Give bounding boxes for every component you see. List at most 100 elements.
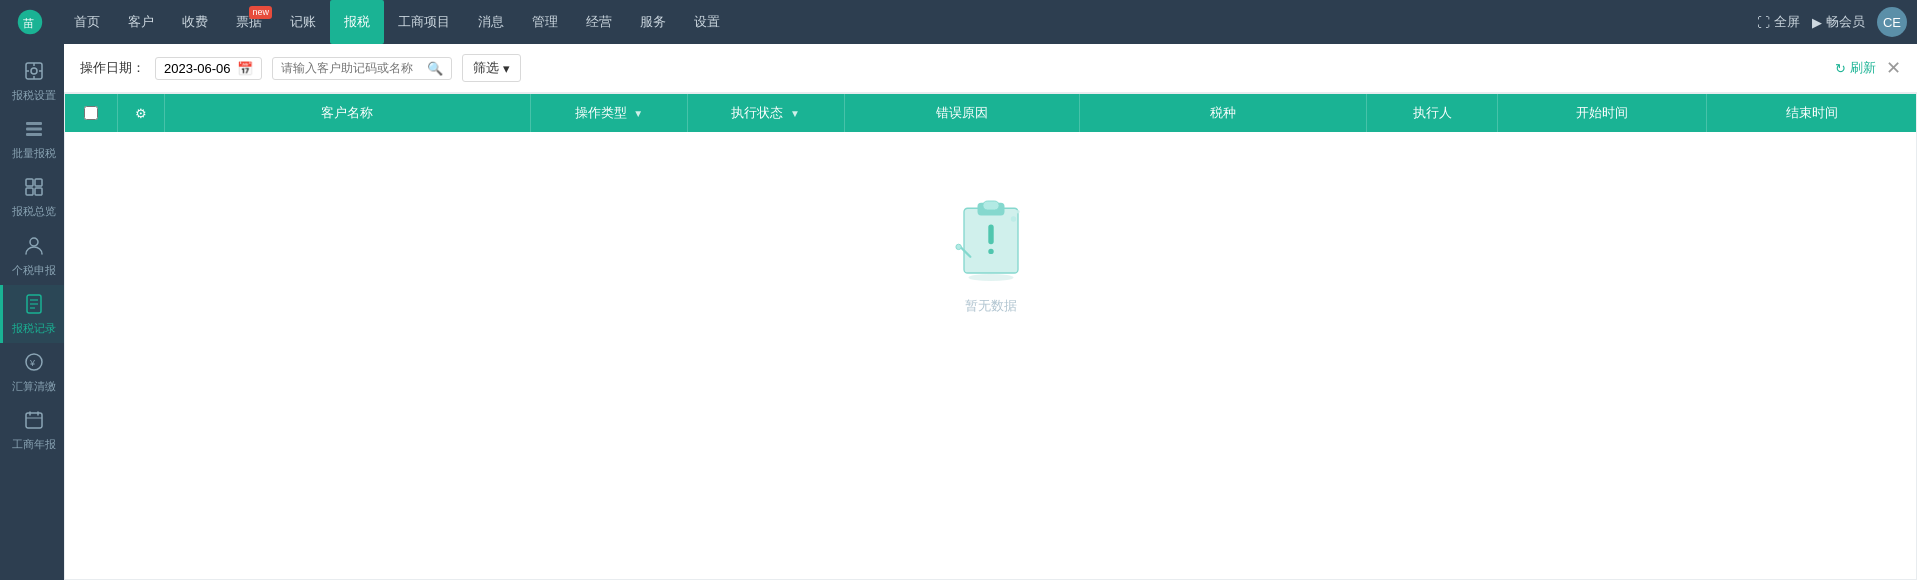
svg-point-32 xyxy=(955,244,960,249)
svg-point-15 xyxy=(30,238,38,246)
personal-tax-icon xyxy=(23,235,45,260)
fullscreen-icon: ⛶ xyxy=(1757,15,1770,30)
gear-icon[interactable]: ⚙ xyxy=(135,106,147,121)
sidebar-item-annual-report[interactable]: 工商年报 xyxy=(0,401,64,459)
th-executor: 执行人 xyxy=(1367,94,1498,132)
svg-text:¥: ¥ xyxy=(29,358,36,368)
tax-records-icon xyxy=(23,293,45,318)
nav-item-operation[interactable]: 经营 xyxy=(572,0,626,44)
nav-item-invoice[interactable]: 票据new xyxy=(222,0,276,44)
th-gear: ⚙ xyxy=(117,94,164,132)
sidebar-label-batch-tax: 批量报税 xyxy=(12,147,56,160)
sidebar-item-batch-tax[interactable]: 批量报税 xyxy=(0,110,64,168)
data-table: ⚙ 客户名称 操作类型 ▼ 执行状态 ▼ xyxy=(65,94,1916,375)
svg-point-3 xyxy=(31,68,37,74)
annual-report-icon xyxy=(23,409,45,434)
sidebar-label-annual-report: 工商年报 xyxy=(12,438,56,451)
svg-rect-14 xyxy=(35,188,42,195)
sidebar-item-settlement[interactable]: ¥ 汇算清缴 xyxy=(0,343,64,401)
nav-items: 首页客户收费票据new记账报税工商项目消息管理经营服务设置 xyxy=(60,0,1757,44)
th-error-reason: 错误原因 xyxy=(844,94,1079,132)
nav-item-industry[interactable]: 工商项目 xyxy=(384,0,464,44)
svg-rect-28 xyxy=(982,201,998,210)
nav-item-billing[interactable]: 收费 xyxy=(168,0,222,44)
th-tax-type: 税种 xyxy=(1079,94,1367,132)
content-area: 操作日期： 2023-06-06 📅 🔍 筛选 ▾ ↻ 刷新 ✕ xyxy=(64,44,1917,580)
sidebar-label-personal-tax: 个税申报 xyxy=(12,264,56,277)
nav-item-settings[interactable]: 设置 xyxy=(680,0,734,44)
svg-rect-13 xyxy=(26,188,33,195)
th-exec-status[interactable]: 执行状态 ▼ xyxy=(687,94,844,132)
batch-tax-icon xyxy=(23,118,45,143)
filter-button[interactable]: 筛选 ▾ xyxy=(462,54,521,82)
empty-state: 暂无数据 xyxy=(65,132,1916,375)
svg-rect-30 xyxy=(988,249,993,254)
svg-rect-9 xyxy=(26,128,42,131)
nav-item-management[interactable]: 管理 xyxy=(518,0,572,44)
refresh-label: 刷新 xyxy=(1850,59,1876,77)
date-label: 操作日期： xyxy=(80,59,145,77)
refresh-icon: ↻ xyxy=(1835,61,1846,76)
tax-overview-icon xyxy=(23,176,45,201)
member-label: 畅会员 xyxy=(1826,13,1865,31)
close-button[interactable]: ✕ xyxy=(1886,59,1901,77)
sidebar-item-tax-overview[interactable]: 报税总览 xyxy=(0,168,64,226)
date-picker[interactable]: 2023-06-06 📅 xyxy=(155,57,262,80)
sidebar-item-tax-records[interactable]: 报税记录 xyxy=(0,285,64,343)
toolbar: 操作日期： 2023-06-06 📅 🔍 筛选 ▾ ↻ 刷新 ✕ xyxy=(64,44,1917,93)
sidebar: 报税设置批量报税报税总览个税申报报税记录 ¥ 汇算清缴工商年报 xyxy=(0,44,64,580)
empty-icon xyxy=(946,192,1036,285)
toolbar-right: ↻ 刷新 ✕ xyxy=(1835,59,1901,77)
table-body: 暂无数据 xyxy=(65,132,1916,375)
video-icon: ▶ xyxy=(1812,15,1822,30)
sidebar-label-tax-overview: 报税总览 xyxy=(12,205,56,218)
empty-text: 暂无数据 xyxy=(965,297,1017,315)
tax-settings-icon xyxy=(23,60,45,85)
nav-item-customers[interactable]: 客户 xyxy=(114,0,168,44)
avatar[interactable]: CE xyxy=(1877,7,1907,37)
nav-item-home[interactable]: 首页 xyxy=(60,0,114,44)
th-start-time: 开始时间 xyxy=(1498,94,1707,132)
nav-item-message[interactable]: 消息 xyxy=(464,0,518,44)
nav-item-tax[interactable]: 报税 xyxy=(330,0,384,44)
svg-point-35 xyxy=(968,274,1013,281)
app-logo[interactable]: 苗 xyxy=(10,2,50,42)
th-checkbox xyxy=(65,94,117,132)
sidebar-label-settlement: 汇算清缴 xyxy=(12,380,56,393)
th-op-type[interactable]: 操作类型 ▼ xyxy=(530,94,687,132)
svg-rect-10 xyxy=(26,133,42,136)
svg-rect-8 xyxy=(26,122,42,125)
calendar-icon: 📅 xyxy=(237,61,253,76)
main-layout: 报税设置批量报税报税总览个税申报报税记录 ¥ 汇算清缴工商年报 操作日期： 2023… xyxy=(0,44,1917,580)
sidebar-item-tax-settings[interactable]: 报税设置 xyxy=(0,52,64,110)
nav-item-bookkeeping[interactable]: 记账 xyxy=(276,0,330,44)
nav-badge-invoice: new xyxy=(249,6,272,19)
search-input[interactable] xyxy=(281,61,421,75)
svg-rect-29 xyxy=(988,224,993,244)
data-table-container: ⚙ 客户名称 操作类型 ▼ 执行状态 ▼ xyxy=(64,93,1917,580)
svg-point-33 xyxy=(1010,216,1015,221)
svg-rect-11 xyxy=(26,179,33,186)
nav-right: ⛶ 全屏 ▶ 畅会员 CE xyxy=(1757,7,1907,37)
filter-label: 筛选 xyxy=(473,59,499,77)
fullscreen-label: 全屏 xyxy=(1774,13,1800,31)
sidebar-label-tax-records: 报税记录 xyxy=(12,322,56,335)
sort-icon-optype: ▼ xyxy=(633,108,643,119)
sort-icon-status: ▼ xyxy=(790,108,800,119)
th-customer-name: 客户名称 xyxy=(164,94,530,132)
fullscreen-btn[interactable]: ⛶ 全屏 xyxy=(1757,13,1800,31)
sidebar-item-personal-tax[interactable]: 个税申报 xyxy=(0,227,64,285)
chevron-down-icon: ▾ xyxy=(503,61,510,76)
search-icon: 🔍 xyxy=(427,61,443,76)
nav-item-service[interactable]: 服务 xyxy=(626,0,680,44)
refresh-button[interactable]: ↻ 刷新 xyxy=(1835,59,1876,77)
date-value: 2023-06-06 xyxy=(164,61,231,76)
sidebar-label-tax-settings: 报税设置 xyxy=(12,89,56,102)
svg-text:苗: 苗 xyxy=(23,17,34,29)
search-box[interactable]: 🔍 xyxy=(272,57,452,80)
member-btn[interactable]: ▶ 畅会员 xyxy=(1812,13,1865,31)
settlement-icon: ¥ xyxy=(23,351,45,376)
svg-rect-12 xyxy=(35,179,42,186)
svg-rect-22 xyxy=(26,413,42,428)
select-all-checkbox[interactable] xyxy=(84,106,98,120)
